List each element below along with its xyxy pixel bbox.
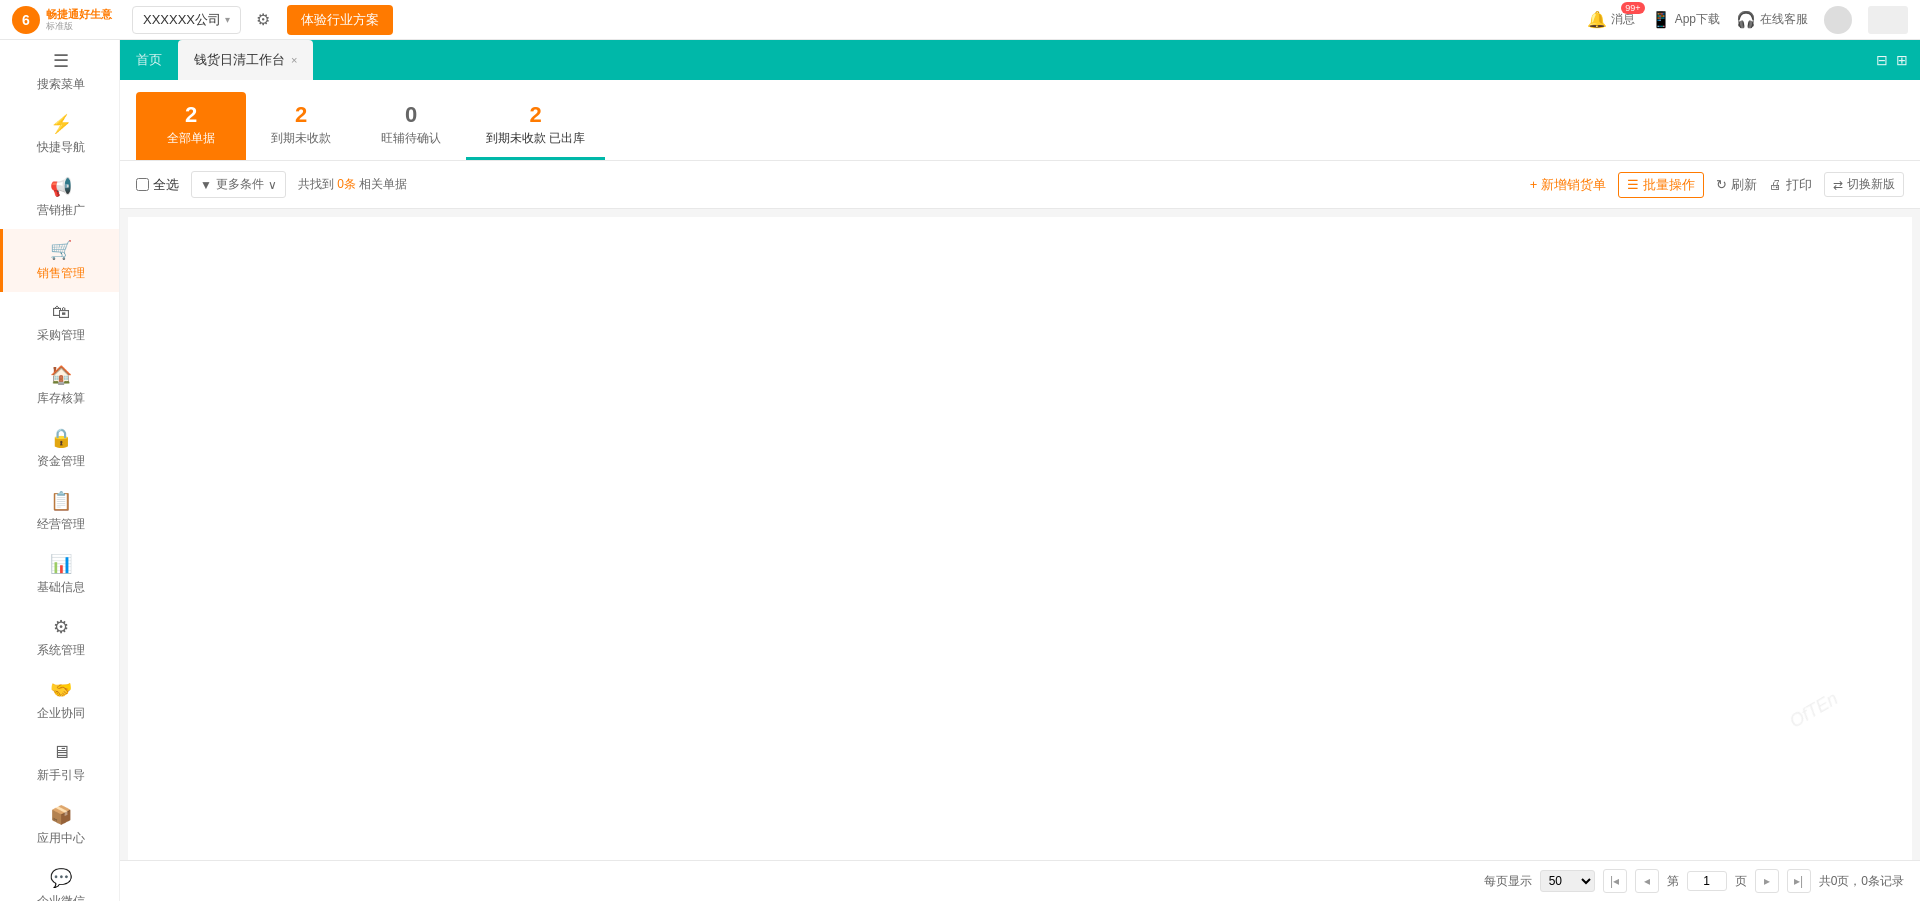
found-text: 共找到 0条 相关单据 [298, 176, 407, 193]
flash-icon: ⚡ [50, 113, 72, 135]
content-area: 首页 钱货日清工作台 × ⊟ ⊞ 2 全部单据 [120, 40, 1920, 901]
sidebar-item-operations[interactable]: 📋 经营管理 [0, 480, 119, 543]
search-menu-icon: ☰ [53, 50, 69, 72]
sidebar-item-inventory[interactable]: 🏠 库存核算 [0, 354, 119, 417]
stats-tab-all[interactable]: 2 全部单据 [136, 92, 246, 160]
page-content: 2 全部单据 2 到期未收款 0 旺辅待确认 2 到期未收款 已出库 [120, 80, 1920, 901]
handshake-icon: 🤝 [50, 679, 72, 701]
sidebar-item-enterprise[interactable]: 🤝 企业协同 [0, 669, 119, 732]
print-icon: 🖨 [1769, 177, 1782, 192]
online-service-button[interactable]: 🎧 在线客服 [1736, 10, 1808, 29]
batch-operation-button[interactable]: ☰ 批量操作 [1618, 172, 1704, 198]
app-download-button[interactable]: 📱 App下载 [1651, 10, 1720, 29]
top-right-area: 🔔 消息 99+ 📱 App下载 🎧 在线客服 [1587, 6, 1908, 34]
print-button[interactable]: 🖨 打印 [1769, 176, 1812, 194]
gear-icon: ⚙ [53, 616, 69, 638]
tab-minimize-icon[interactable]: ⊟ [1876, 52, 1888, 68]
refresh-icon: ↻ [1716, 177, 1727, 192]
first-page-button[interactable]: |◂ [1603, 869, 1627, 893]
tab-actions: ⊟ ⊞ [1876, 52, 1920, 68]
main-layout: ☰ 搜索菜单 ⚡ 快捷导航 📢 营销推广 🛒 销售管理 🛍 采购管理 🏠 库存核… [0, 0, 1920, 901]
switch-icon: ⇄ [1833, 178, 1843, 192]
headset-icon: 🎧 [1736, 10, 1756, 29]
page-size-select[interactable]: 50 100 200 [1540, 870, 1595, 892]
toolbar: 全选 ▼ 更多条件 ∨ 共找到 0条 相关单据 + 新增销货单 [120, 161, 1920, 209]
chevron-down-icon: ▾ [225, 14, 230, 25]
batch-icon: ☰ [1627, 177, 1639, 192]
tab-close-icon[interactable]: × [291, 54, 297, 66]
sidebar-item-app-center[interactable]: 📦 应用中心 [0, 794, 119, 857]
sidebar-item-purchase[interactable]: 🛍 采购管理 [0, 292, 119, 354]
page-unit: 页 [1735, 873, 1747, 890]
select-all-checkbox[interactable]: 全选 [136, 176, 179, 194]
sidebar-item-marketing[interactable]: 📢 营销推广 [0, 166, 119, 229]
tab-home[interactable]: 首页 [120, 40, 178, 80]
prev-page-button[interactable]: ◂ [1635, 869, 1659, 893]
sidebar-item-basic-info[interactable]: 📊 基础信息 [0, 543, 119, 606]
monitor-icon: 🖥 [52, 742, 70, 763]
box-icon: 📦 [50, 804, 72, 826]
stats-tab-out-of-stock[interactable]: 2 到期未收款 已出库 [466, 92, 605, 160]
sidebar-item-guide[interactable]: 🖥 新手引导 [0, 732, 119, 794]
table-area [128, 217, 1912, 893]
company-selector[interactable]: XXXXXX公司 ▾ [132, 6, 241, 34]
sidebar-item-finance[interactable]: 🔒 资金管理 [0, 417, 119, 480]
switch-version-button[interactable]: ⇄ 切换新版 [1824, 172, 1904, 197]
download-icon: 📱 [1651, 10, 1671, 29]
sidebar: ☰ 搜索菜单 ⚡ 快捷导航 📢 营销推广 🛒 销售管理 🛍 采购管理 🏠 库存核… [0, 40, 120, 901]
filter-icon: ▼ [200, 178, 212, 192]
clipboard-icon: 📋 [50, 490, 72, 512]
tab-workbench[interactable]: 钱货日清工作台 × [178, 40, 313, 80]
sidebar-item-system[interactable]: ⚙ 系统管理 [0, 606, 119, 669]
cart-icon: 🛒 [50, 239, 72, 261]
settings-icon[interactable]: ⚙ [249, 6, 277, 34]
wechat-icon: 💬 [50, 867, 72, 889]
user-info[interactable] [1868, 6, 1908, 34]
pagination-bar: 每页显示 50 100 200 |◂ ◂ 第 页 ▸ ▸| 共0页，0条记录 [120, 860, 1920, 901]
bell-icon: 🔔 [1587, 10, 1607, 29]
select-all-input[interactable] [136, 178, 149, 191]
sidebar-item-sales[interactable]: 🛒 销售管理 [0, 229, 119, 292]
last-page-button[interactable]: ▸| [1787, 869, 1811, 893]
page-number-input[interactable] [1687, 871, 1727, 891]
top-bar: 6 畅捷通好生意 标准版 XXXXXX公司 ▾ ⚙ 体验行业方案 🔔 消息 99… [0, 0, 1920, 40]
logo-area: 6 畅捷通好生意 标准版 [12, 6, 132, 34]
messages-button[interactable]: 🔔 消息 99+ [1587, 10, 1635, 29]
bag-icon: 🛍 [52, 302, 70, 323]
avatar[interactable] [1824, 6, 1852, 34]
next-page-button[interactable]: ▸ [1755, 869, 1779, 893]
per-page-label: 每页显示 [1484, 873, 1532, 890]
stats-section: 2 全部单据 2 到期未收款 0 旺辅待确认 2 到期未收款 已出库 [120, 80, 1920, 161]
chevron-icon: ∨ [268, 178, 277, 192]
sidebar-item-quick-nav[interactable]: ⚡ 快捷导航 [0, 103, 119, 166]
tab-bar: 首页 钱货日清工作台 × ⊟ ⊞ [120, 40, 1920, 80]
database-icon: 📊 [50, 553, 72, 575]
sidebar-item-search[interactable]: ☰ 搜索菜单 [0, 40, 119, 103]
logo-text: 畅捷通好生意 标准版 [46, 8, 112, 32]
stats-tabs: 2 全部单据 2 到期未收款 0 旺辅待确认 2 到期未收款 已出库 [136, 92, 1904, 160]
tab-maximize-icon[interactable]: ⊞ [1896, 52, 1908, 68]
megaphone-icon: 📢 [50, 176, 72, 198]
toolbar-right: + 新增销货单 ☰ 批量操作 ↻ 刷新 🖨 打印 ⇄ [1530, 172, 1904, 198]
trial-button[interactable]: 体验行业方案 [287, 5, 393, 35]
message-badge: 99+ [1621, 2, 1644, 14]
logo-icon: 6 [12, 6, 40, 34]
sidebar-item-wechat[interactable]: 💬 企业微信 [0, 857, 119, 901]
house-icon: 🏠 [50, 364, 72, 386]
total-records: 共0页，0条记录 [1819, 873, 1904, 890]
stats-tab-overdue[interactable]: 2 到期未收款 [246, 92, 356, 160]
add-sale-order-button[interactable]: + 新增销货单 [1530, 176, 1606, 194]
lock-icon: 🔒 [50, 427, 72, 449]
filter-button[interactable]: ▼ 更多条件 ∨ [191, 171, 286, 198]
refresh-button[interactable]: ↻ 刷新 [1716, 176, 1757, 194]
found-count: 0条 [337, 177, 356, 191]
stats-tab-wangwang[interactable]: 0 旺辅待确认 [356, 92, 466, 160]
